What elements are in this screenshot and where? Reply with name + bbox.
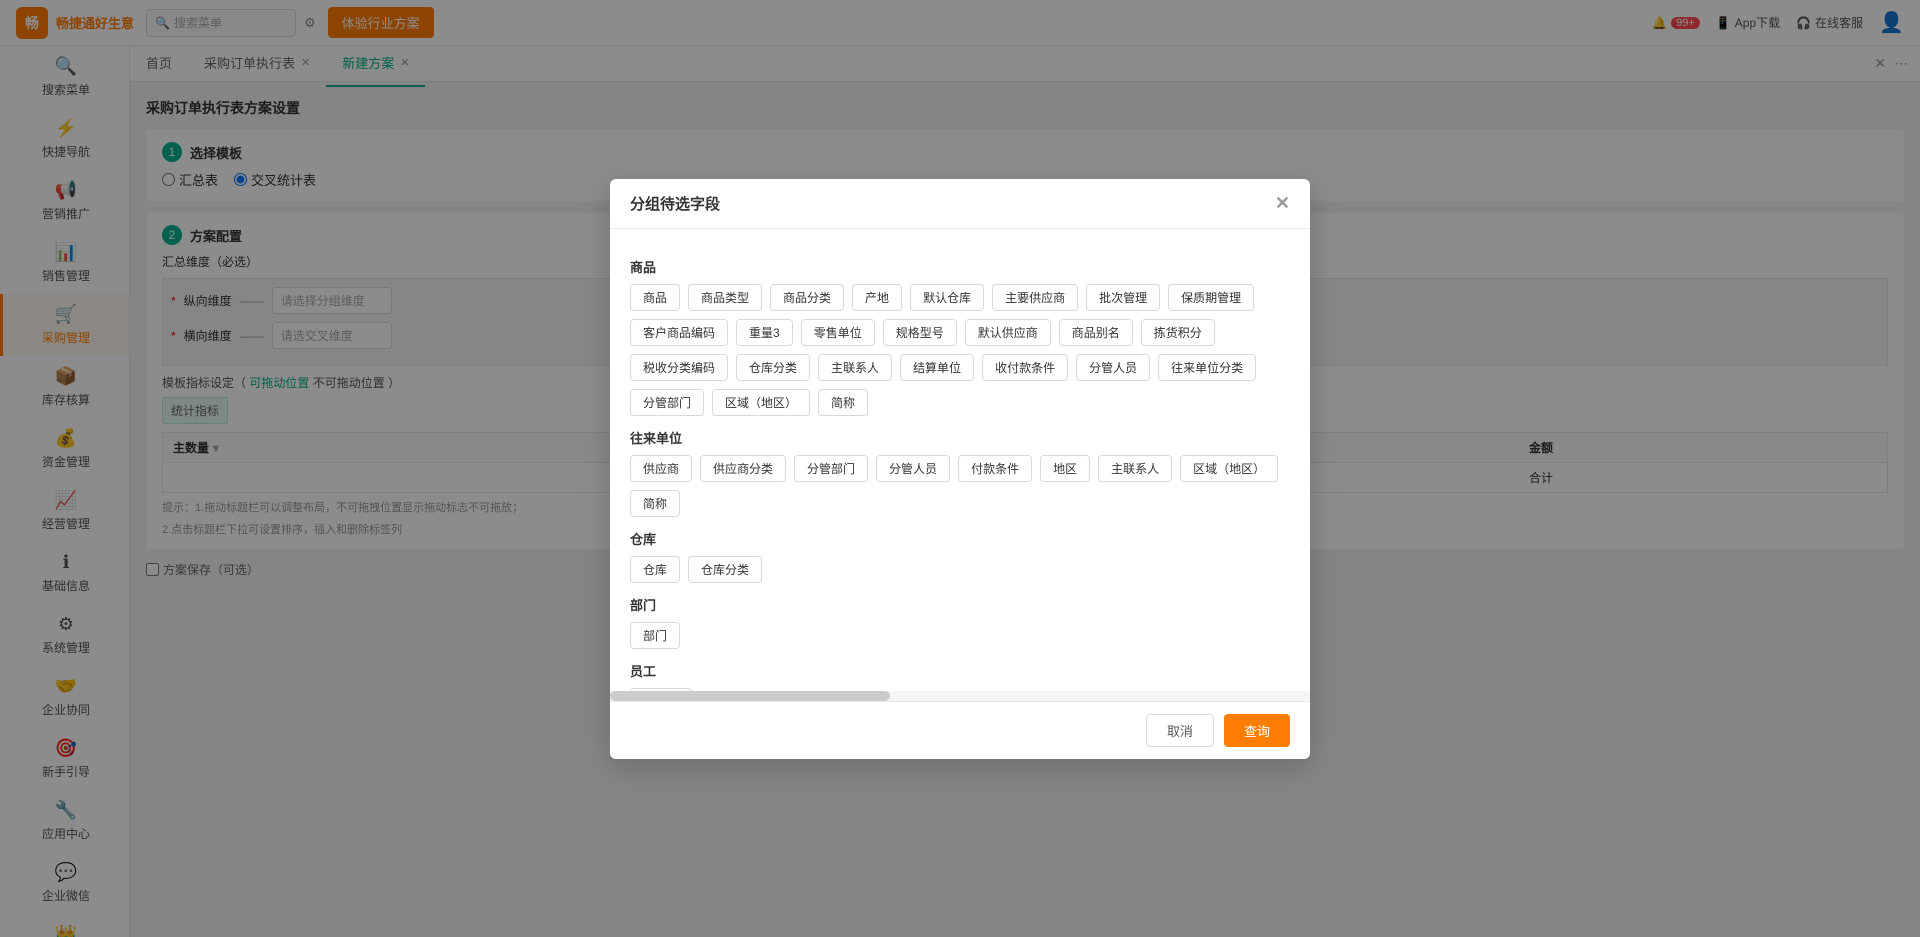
modal-header: 分组待选字段 ✕ xyxy=(610,179,1310,229)
field-tag-拣货积分[interactable]: 拣货积分 xyxy=(1141,319,1215,346)
field-tag-商品别名[interactable]: 商品别名 xyxy=(1059,319,1133,346)
field-tag-主要供应商[interactable]: 主要供应商 xyxy=(992,284,1078,311)
field-tag-简称[interactable]: 简称 xyxy=(630,490,680,517)
field-tag-地区[interactable]: 地区 xyxy=(1040,455,1090,482)
field-tag-主联系人[interactable]: 主联系人 xyxy=(818,354,892,381)
field-tags-仓库: 仓库仓库分类 xyxy=(630,556,1290,583)
section-title-仓库: 仓库 xyxy=(630,529,1290,548)
hscroll-thumb xyxy=(610,691,890,701)
field-tag-仓库分类[interactable]: 仓库分类 xyxy=(688,556,762,583)
field-tag-往来单位分类[interactable]: 往来单位分类 xyxy=(1158,354,1256,381)
field-tag-零售单位[interactable]: 零售单位 xyxy=(801,319,875,346)
field-tags-商品: 商品商品类型商品分类产地默认仓库主要供应商批次管理保质期管理客户商品编码重量3 零… xyxy=(630,284,1290,416)
field-tag-主联系人[interactable]: 主联系人 xyxy=(1098,455,1172,482)
modal-close-btn[interactable]: ✕ xyxy=(1275,193,1290,214)
field-tag-商品类型[interactable]: 商品类型 xyxy=(688,284,762,311)
field-tag-规格型号[interactable]: 规格型号 xyxy=(883,319,957,346)
field-tag-分管人员[interactable]: 分管人员 xyxy=(876,455,950,482)
modal-title: 分组待选字段 xyxy=(630,193,720,214)
field-tag-税收分类编码[interactable]: 税收分类编码 xyxy=(630,354,728,381)
field-tags-往来单位: 供应商供应商分类分管部门分管人员付款条件地区主联系人区域（地区） 简称 xyxy=(630,455,1290,517)
confirm-button[interactable]: 查询 xyxy=(1224,714,1290,747)
section-title-员工: 员工 xyxy=(630,661,1290,680)
field-tag-商品[interactable]: 商品 xyxy=(630,284,680,311)
field-tag-分管部门[interactable]: 分管部门 xyxy=(794,455,868,482)
field-tag-供应商[interactable]: 供应商 xyxy=(630,455,692,482)
modal-footer: 取消 查询 xyxy=(610,701,1310,759)
field-tag-默认仓库[interactable]: 默认仓库 xyxy=(910,284,984,311)
field-tag-结算单位[interactable]: 结算单位 xyxy=(900,354,974,381)
field-tag-重量3[interactable]: 重量3 xyxy=(736,319,793,346)
field-tag-仓库[interactable]: 仓库 xyxy=(630,556,680,583)
field-tag-保质期管理[interactable]: 保质期管理 xyxy=(1168,284,1254,311)
field-tag-部门[interactable]: 部门 xyxy=(630,622,680,649)
field-tag-供应商分类[interactable]: 供应商分类 xyxy=(700,455,786,482)
field-tag-产地[interactable]: 产地 xyxy=(852,284,902,311)
modal-body[interactable]: 商品商品商品类型商品分类产地默认仓库主要供应商批次管理保质期管理客户商品编码重量… xyxy=(610,229,1310,691)
field-tag-分管人员[interactable]: 分管人员 xyxy=(1076,354,1150,381)
field-tag-简称[interactable]: 简称 xyxy=(818,389,868,416)
field-tag-默认供应商[interactable]: 默认供应商 xyxy=(965,319,1051,346)
modal-overlay: 分组待选字段 ✕ 商品商品商品类型商品分类产地默认仓库主要供应商批次管理保质期管… xyxy=(0,0,1920,937)
field-tag-区域（地区）[interactable]: 区域（地区） xyxy=(712,389,810,416)
field-tag-客户商品编码[interactable]: 客户商品编码 xyxy=(630,319,728,346)
modal-hscrollbar[interactable] xyxy=(610,691,1310,701)
field-tag-分管部门[interactable]: 分管部门 xyxy=(630,389,704,416)
field-tag-收付款条件[interactable]: 收付款条件 xyxy=(982,354,1068,381)
field-tag-仓库分类[interactable]: 仓库分类 xyxy=(736,354,810,381)
field-tag-付款条件[interactable]: 付款条件 xyxy=(958,455,1032,482)
section-title-商品: 商品 xyxy=(630,257,1290,276)
field-selection-modal: 分组待选字段 ✕ 商品商品商品类型商品分类产地默认仓库主要供应商批次管理保质期管… xyxy=(610,179,1310,759)
field-tags-部门: 部门 xyxy=(630,622,1290,649)
section-title-部门: 部门 xyxy=(630,595,1290,614)
field-tag-商品分类[interactable]: 商品分类 xyxy=(770,284,844,311)
section-title-往来单位: 往来单位 xyxy=(630,428,1290,447)
field-tag-区域（地区）[interactable]: 区域（地区） xyxy=(1180,455,1278,482)
field-tag-批次管理[interactable]: 批次管理 xyxy=(1086,284,1160,311)
cancel-button[interactable]: 取消 xyxy=(1146,714,1214,747)
